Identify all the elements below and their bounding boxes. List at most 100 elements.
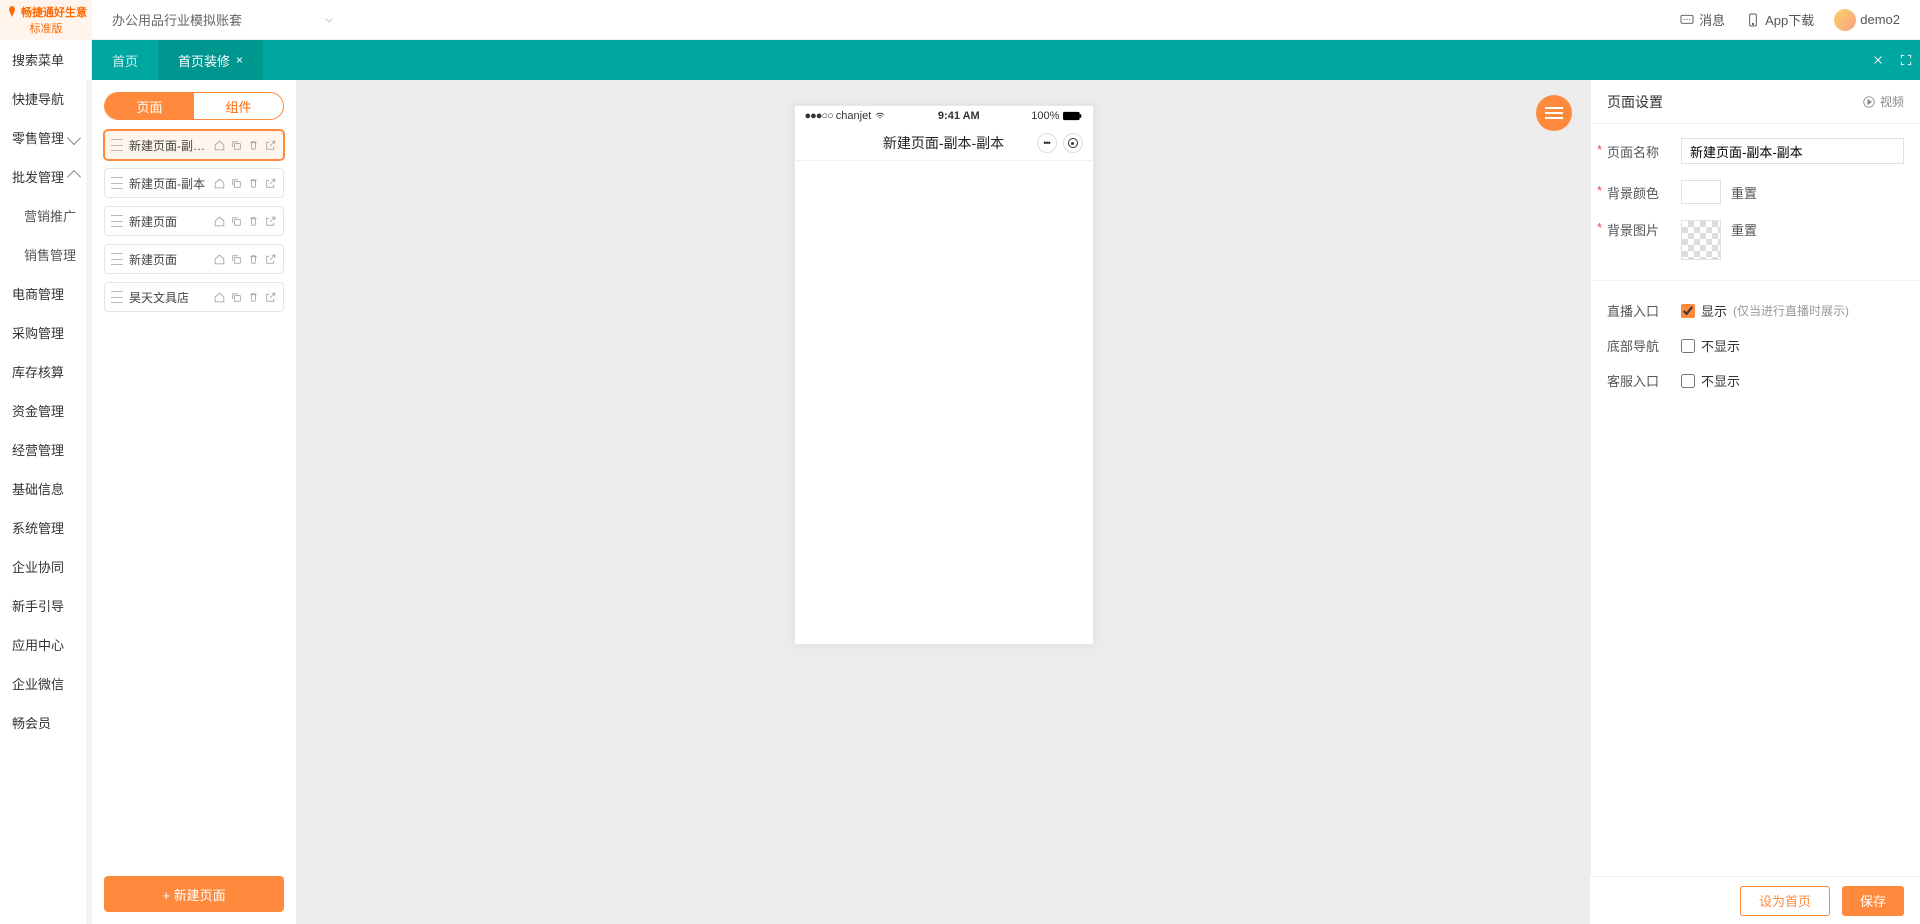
live-cb-label: 显示	[1701, 301, 1727, 320]
page-item-name: 昊天文具店	[129, 289, 207, 306]
page-item[interactable]: 昊天文具店	[104, 282, 284, 312]
tab-controls	[1864, 40, 1920, 80]
copy-icon[interactable]	[230, 177, 243, 190]
bgcolor-swatch[interactable]	[1681, 180, 1721, 204]
drag-handle-icon[interactable]	[111, 215, 123, 227]
home-icon[interactable]	[213, 215, 226, 228]
phone-statusbar: ●●●○○ chanjet 9:41 AM 100%	[795, 106, 1093, 126]
account-selector[interactable]: 办公用品行业模拟账套	[112, 10, 336, 29]
target-icon[interactable]	[1063, 133, 1083, 153]
drag-handle-icon[interactable]	[111, 291, 123, 303]
nav-search[interactable]: 搜索菜单	[0, 40, 91, 79]
nav-funds[interactable]: 资金管理	[0, 391, 91, 430]
page-list-panel: 页面 组件 新建页面-副本-... 新建页面-副本	[92, 80, 297, 924]
copy-icon[interactable]	[230, 139, 243, 152]
toggle-panel-button[interactable]	[1536, 95, 1572, 131]
external-link-icon[interactable]	[264, 253, 277, 266]
logo-icon	[5, 5, 19, 19]
nav-system[interactable]: 系统管理	[0, 508, 91, 547]
home-icon[interactable]	[213, 253, 226, 266]
tab-close-all[interactable]	[1864, 40, 1892, 80]
bgimage-reset[interactable]: 重置	[1731, 220, 1757, 239]
home-icon[interactable]	[213, 291, 226, 304]
messages-label: 消息	[1699, 10, 1725, 29]
user-name: demo2	[1860, 12, 1900, 27]
delete-icon[interactable]	[247, 177, 260, 190]
video-help-link[interactable]: 视频	[1862, 93, 1904, 110]
drag-handle-icon[interactable]	[111, 253, 123, 265]
user-menu[interactable]: demo2	[1834, 9, 1900, 31]
properties-body: 页面名称 背景颜色 重置 背景图片 重置 直播入口 显示 (仅当进行直播时展示)	[1591, 124, 1920, 404]
tab-page-editor[interactable]: 首页装修 ×	[158, 40, 263, 80]
copy-icon[interactable]	[230, 253, 243, 266]
main-content: 页面 组件 新建页面-副本-... 新建页面-副本	[92, 80, 1920, 924]
nav-quicknav[interactable]: 快捷导航	[0, 79, 91, 118]
delete-icon[interactable]	[247, 139, 260, 152]
nav-purchase[interactable]: 采购管理	[0, 313, 91, 352]
home-icon[interactable]	[213, 177, 226, 190]
more-icon[interactable]	[1037, 133, 1057, 153]
nav-retail[interactable]: 零售管理	[0, 118, 91, 157]
page-name-input[interactable]	[1681, 138, 1904, 164]
new-page-button[interactable]: + 新建页面	[104, 876, 284, 912]
nav-guide[interactable]: 新手引导	[0, 586, 91, 625]
delete-icon[interactable]	[247, 291, 260, 304]
nav-wholesale[interactable]: 批发管理	[0, 157, 91, 196]
drag-handle-icon[interactable]	[111, 177, 123, 189]
nav-basic[interactable]: 基础信息	[0, 469, 91, 508]
support-checkbox[interactable]	[1681, 374, 1695, 388]
nav-ecommerce[interactable]: 电商管理	[0, 274, 91, 313]
save-button[interactable]: 保存	[1842, 886, 1904, 916]
bgimage-picker[interactable]	[1681, 220, 1721, 260]
fullscreen-button[interactable]	[1892, 40, 1920, 80]
page-item[interactable]: 新建页面	[104, 244, 284, 274]
tab-label: 首页	[112, 51, 138, 70]
drag-handle-icon[interactable]	[111, 139, 123, 151]
external-link-icon[interactable]	[264, 215, 277, 228]
page-item[interactable]: 新建页面-副本-...	[104, 130, 284, 160]
messages-button[interactable]: 消息	[1679, 10, 1725, 29]
app-download-button[interactable]: App下载	[1745, 10, 1814, 29]
segment-components[interactable]: 组件	[194, 93, 283, 119]
external-link-icon[interactable]	[264, 291, 277, 304]
nav-inventory[interactable]: 库存核算	[0, 352, 91, 391]
phone-navbar: 新建页面-副本-副本	[795, 126, 1093, 161]
row-page-name: 页面名称	[1607, 138, 1904, 164]
external-link-icon[interactable]	[264, 177, 277, 190]
nav-appcenter[interactable]: 应用中心	[0, 625, 91, 664]
copy-icon[interactable]	[230, 215, 243, 228]
nav-member[interactable]: 畅会员	[0, 703, 91, 742]
bottomnav-checkbox[interactable]	[1681, 339, 1695, 353]
home-icon[interactable]	[213, 139, 226, 152]
phone-title: 新建页面-副本-副本	[883, 133, 1004, 153]
page-item[interactable]: 新建页面-副本	[104, 168, 284, 198]
row-support: 客服入口 不显示	[1607, 371, 1904, 390]
nav-wechat[interactable]: 企业微信	[0, 664, 91, 703]
phone-preview: ●●●○○ chanjet 9:41 AM 100% 新建页面-副本-副本	[794, 105, 1094, 645]
tab-home[interactable]: 首页	[92, 40, 158, 80]
nav-collab[interactable]: 企业协同	[0, 547, 91, 586]
play-circle-icon	[1862, 95, 1876, 109]
page-item[interactable]: 新建页面	[104, 206, 284, 236]
delete-icon[interactable]	[247, 215, 260, 228]
bgcolor-reset[interactable]: 重置	[1731, 183, 1757, 202]
footer-actions: 设为首页 保存	[1590, 876, 1920, 924]
page-item-name: 新建页面-副本-...	[129, 137, 207, 154]
app-download-label: App下载	[1765, 10, 1814, 29]
set-home-button[interactable]: 设为首页	[1740, 886, 1830, 916]
external-link-icon[interactable]	[264, 139, 277, 152]
row-live: 直播入口 显示 (仅当进行直播时展示)	[1607, 301, 1904, 320]
nav-business[interactable]: 经营管理	[0, 430, 91, 469]
battery-label: 100%	[1031, 110, 1059, 122]
close-icon[interactable]: ×	[236, 53, 243, 67]
live-checkbox[interactable]	[1681, 304, 1695, 318]
support-cb-label: 不显示	[1701, 371, 1740, 390]
nav-sales[interactable]: 销售管理	[0, 235, 91, 274]
tab-strip: 首页 首页装修 ×	[0, 40, 1920, 80]
canvas: ●●●○○ chanjet 9:41 AM 100% 新建页面-副本-副本	[297, 80, 1590, 924]
delete-icon[interactable]	[247, 253, 260, 266]
copy-icon[interactable]	[230, 291, 243, 304]
label-bottomnav: 底部导航	[1607, 336, 1681, 355]
segment-pages[interactable]: 页面	[105, 93, 194, 119]
nav-marketing[interactable]: 营销推广	[0, 196, 91, 235]
